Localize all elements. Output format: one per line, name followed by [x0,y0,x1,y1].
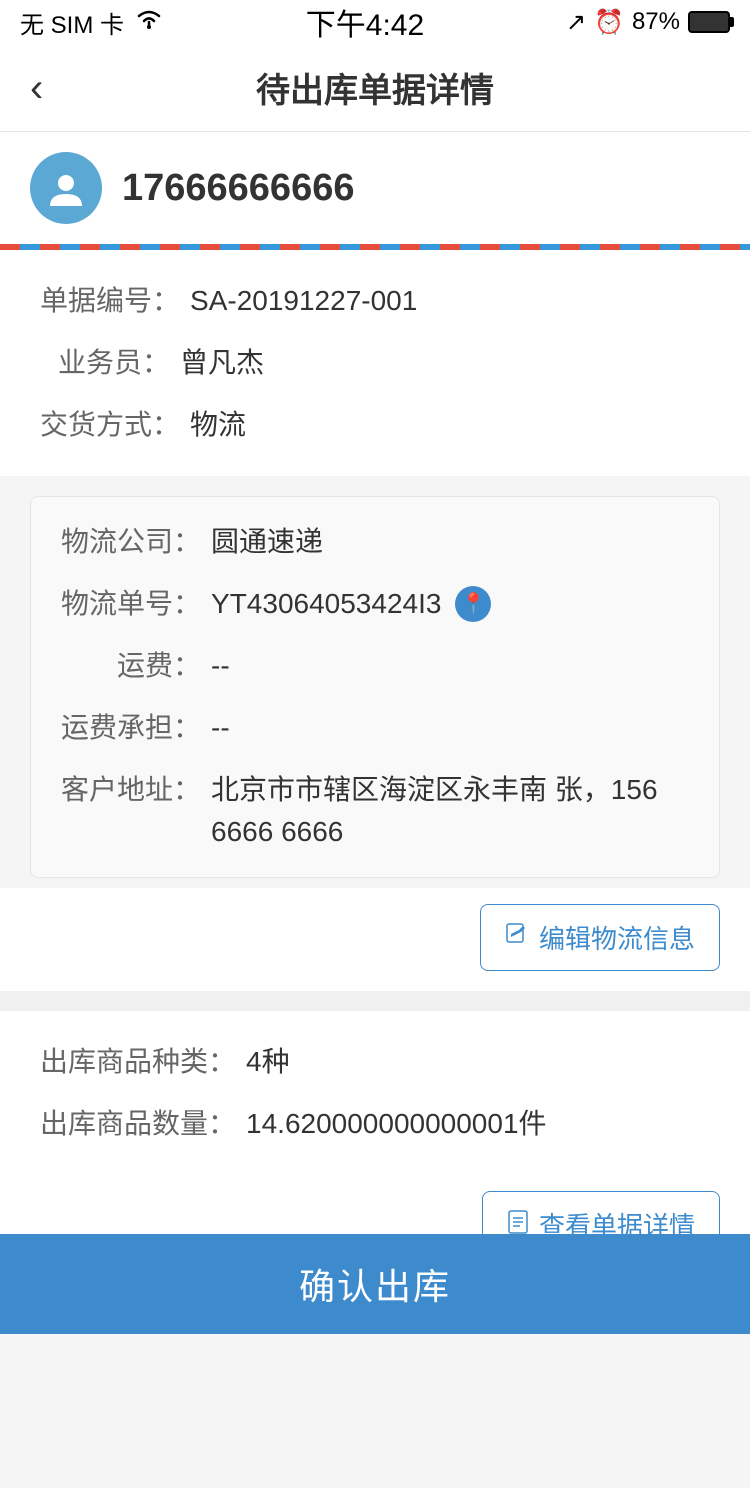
edit-logistics-label: 编辑物流信息 [539,919,695,956]
logistics-company-label: 物流公司： [61,521,201,563]
order-info-section: 单据编号： SA-20191227-001 业务员： 曾凡杰 交货方式： 物流 [0,250,750,476]
goods-quantity-value: 14.620000000000001件 [246,1103,547,1145]
logistics-tracking-row: 物流单号： YT43064053424I3 📍 [61,583,689,625]
agent-label: 业务员： [40,342,170,384]
freight-row: 运费： -- [61,645,689,687]
goods-quantity-label: 出库商品数量： [40,1103,236,1145]
nav-bar: ‹ 待出库单据详情 [0,44,750,132]
tracking-location-icon[interactable]: 📍 [455,586,491,622]
freight-bear-row: 运费承担： -- [61,707,689,749]
logistics-company-row: 物流公司： 圆通速递 [61,521,689,563]
confirm-button[interactable]: 确认出库 [0,1234,750,1334]
delivery-label: 交货方式： [40,404,180,446]
goods-types-label: 出库商品种类： [40,1041,236,1083]
edit-action-row: 编辑物流信息 [0,888,750,991]
battery-icon [688,11,730,33]
delivery-value: 物流 [190,404,710,446]
agent-row: 业务员： 曾凡杰 [40,342,710,384]
address-row: 客户地址： 北京市市辖区海淀区永丰南 张，156 6666 6666 [61,769,689,853]
status-left: 无 SIM 卡 [20,5,164,40]
avatar [30,152,102,224]
goods-types-row: 出库商品种类： 4种 [40,1041,710,1083]
back-button[interactable]: ‹ [30,68,43,108]
customer-phone: 17666666666 [122,167,354,210]
address-value: 北京市市辖区海淀区永丰南 张，156 6666 6666 [211,769,689,853]
delivery-row: 交货方式： 物流 [40,404,710,446]
goods-section: 出库商品种类： 4种 出库商品数量： 14.620000000000001件 [0,1011,750,1175]
address-label: 客户地址： [61,769,201,811]
confirm-btn-wrap: 确认出库 [0,1234,750,1334]
alarm-icon: ⏰ [594,8,624,37]
carrier-text: 无 SIM 卡 [20,5,124,40]
status-bar: 无 SIM 卡 下午4:42 ↗ ⏰ 87% [0,0,750,44]
logistics-company-value: 圆通速递 [211,521,689,563]
freight-label: 运费： [61,645,201,687]
order-number-row: 单据编号： SA-20191227-001 [40,280,710,322]
section-divider [0,991,750,1011]
edit-logistics-button[interactable]: 编辑物流信息 [480,904,720,971]
goods-types-value: 4种 [246,1041,290,1083]
battery-percent: 87% [632,8,680,36]
customer-header: 17666666666 [0,132,750,244]
logistics-tracking-label: 物流单号： [61,583,201,625]
status-time: 下午4:42 [306,0,424,44]
logistics-card: 物流公司： 圆通速递 物流单号： YT43064053424I3 📍 运费： -… [30,496,720,878]
agent-value: 曾凡杰 [180,342,710,384]
edit-icon [505,922,529,953]
status-right: ↗ ⏰ 87% [566,8,730,37]
freight-value: -- [211,645,689,687]
page-title: 待出库单据详情 [256,63,494,112]
order-number-value: SA-20191227-001 [190,280,710,322]
order-number-label: 单据编号： [40,280,180,322]
wifi-icon [134,8,164,37]
location-status-icon: ↗ [566,8,586,37]
freight-bear-value: -- [211,707,689,749]
freight-bear-label: 运费承担： [61,707,201,749]
logistics-tracking-value: YT43064053424I3 📍 [211,583,689,625]
goods-quantity-row: 出库商品数量： 14.620000000000001件 [40,1103,710,1145]
